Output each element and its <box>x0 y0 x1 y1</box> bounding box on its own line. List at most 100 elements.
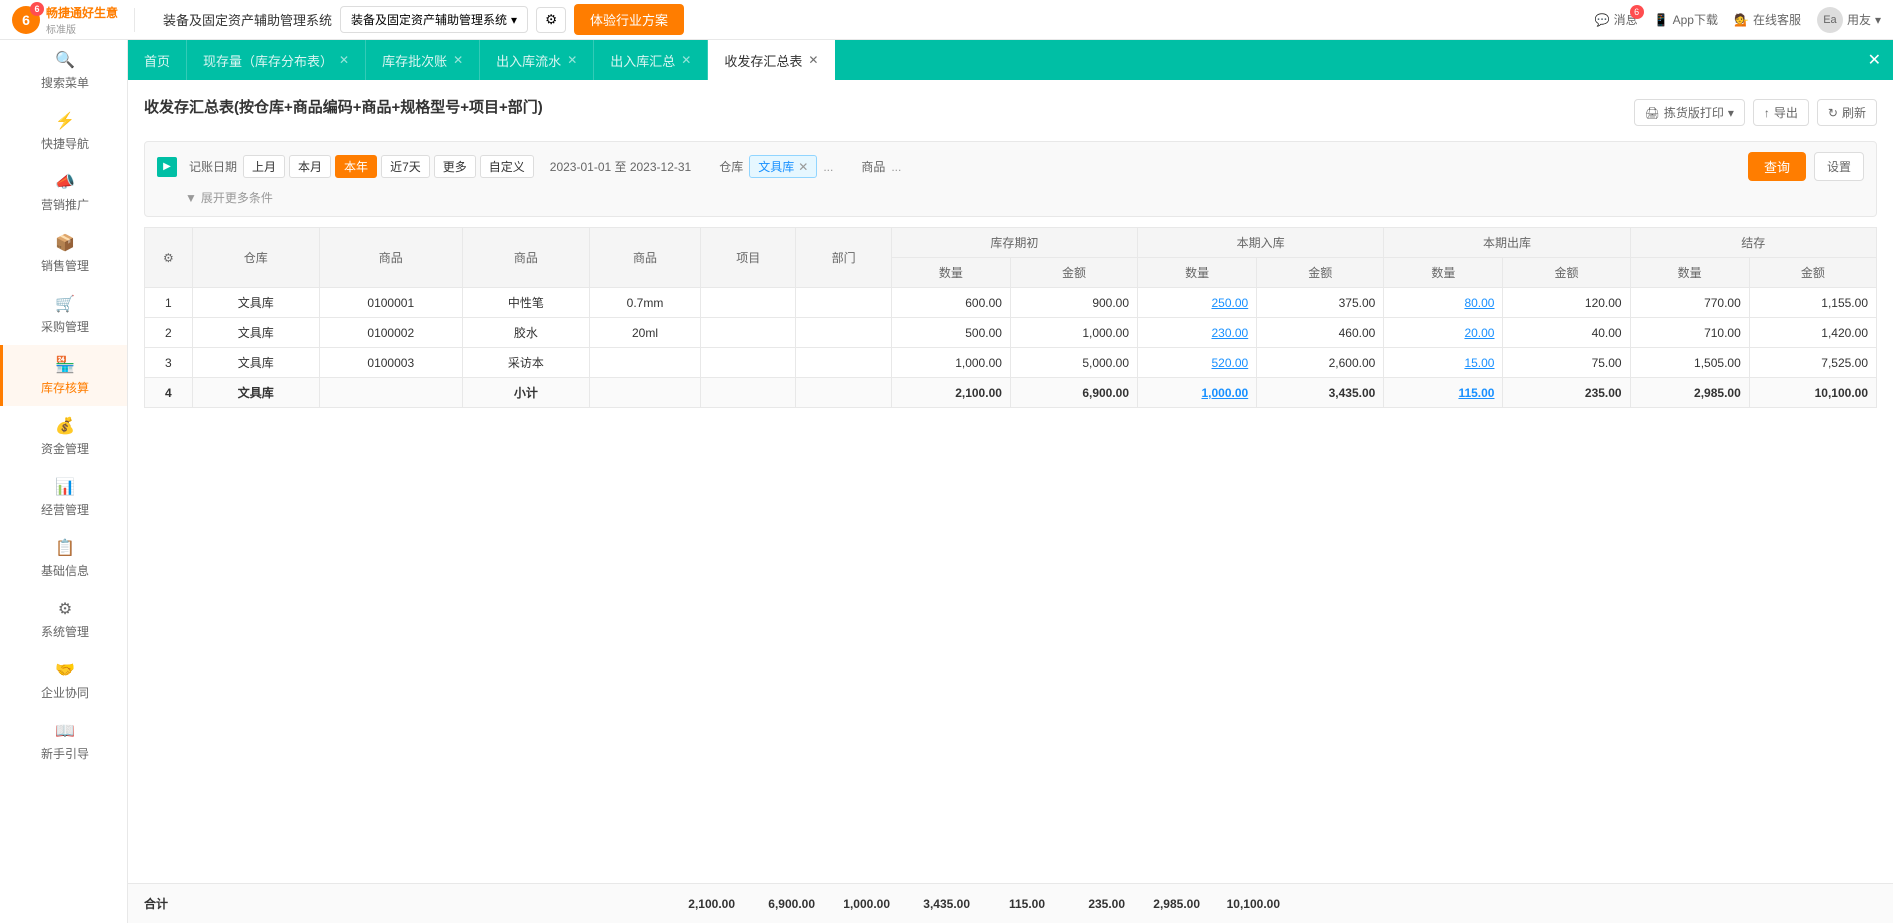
data-table: ⚙ 仓库 商品 商品 商品 项目 部门 库存期初 本期入库 本期出库 结存 <box>144 227 1877 408</box>
date-btn-自定义[interactable]: 自定义 <box>480 155 534 178</box>
sidebar-item-label: 搜索菜单 <box>41 74 89 91</box>
tab-close-1[interactable]: ✕ <box>339 53 349 67</box>
sidebar-item-system[interactable]: ⚙ 系统管理 <box>0 589 127 650</box>
query-button[interactable]: 查询 <box>1748 152 1806 181</box>
date-btn-更多[interactable]: 更多 <box>434 155 476 178</box>
cell-out-qty[interactable]: 15.00 <box>1384 348 1503 378</box>
guide-icon: 📖 <box>55 721 75 741</box>
sidebar-item-marketing[interactable]: 📣 营销推广 <box>0 162 127 223</box>
tab-close-2[interactable]: ✕ <box>453 53 463 67</box>
export-button[interactable]: ↑ 导出 <box>1753 99 1809 126</box>
cell-num: 4 <box>145 378 193 408</box>
sidebar-item-label: 新手引导 <box>41 745 89 762</box>
tab-1[interactable]: 现存量（库存分布表）✕ <box>187 40 366 80</box>
warehouse-tag[interactable]: 文具库 ✕ <box>749 155 817 178</box>
tab-4[interactable]: 出入库汇总 ✕ <box>594 40 708 80</box>
online-service-button[interactable]: 💁 在线客服 <box>1734 11 1801 28</box>
date-btn-本月[interactable]: 本月 <box>289 155 331 178</box>
cell-begin-amt: 1,000.00 <box>1010 318 1137 348</box>
table-row: 4 文具库 小计 2,100.00 6,900.00 1,000.00 3,43… <box>145 378 1877 408</box>
expand-icon: ▼ <box>185 191 197 205</box>
refresh-icon: ↻ <box>1828 106 1838 120</box>
footer-label: 合计 <box>144 895 168 912</box>
cell-bal-qty: 2,985.00 <box>1630 378 1749 408</box>
cell-project <box>701 318 796 348</box>
sidebar-item-inventory[interactable]: 🏪 库存核算 <box>0 345 127 406</box>
cell-warehouse: 文具库 <box>192 318 319 348</box>
filter-bar: ▶ 记账日期 上月本月本年近7天更多自定义 2023-01-01 至 2023-… <box>144 141 1877 217</box>
settings-button[interactable]: ⚙ <box>536 7 566 33</box>
cell-in-amt: 375.00 <box>1257 288 1384 318</box>
sidebar-item-purchase[interactable]: 🛒 采购管理 <box>0 284 127 345</box>
sidebar-item-base[interactable]: 📋 基础信息 <box>0 528 127 589</box>
cell-num: 1 <box>145 288 193 318</box>
table-settings-col[interactable]: ⚙ <box>145 228 193 288</box>
operation-icon: 📊 <box>55 477 75 497</box>
cell-out-qty[interactable]: 115.00 <box>1384 378 1503 408</box>
tab-label: 首页 <box>144 51 170 70</box>
cell-bal-amt: 1,420.00 <box>1749 318 1876 348</box>
cell-out-qty[interactable]: 80.00 <box>1384 288 1503 318</box>
try-industry-button[interactable]: 体验行业方案 <box>574 4 684 35</box>
tab-close-5[interactable]: ✕ <box>808 53 818 67</box>
tab-bar-close[interactable]: ✕ <box>1856 50 1893 70</box>
tab-close-4[interactable]: ✕ <box>681 53 691 67</box>
app-download-button[interactable]: 📱 App下载 <box>1654 11 1718 28</box>
purchase-icon: 🛒 <box>55 294 75 314</box>
user-avatar[interactable]: Ea 用友 ▾ <box>1817 7 1881 33</box>
cell-project <box>701 288 796 318</box>
tab-3[interactable]: 出入库流水✕ <box>480 40 594 80</box>
cell-in-qty[interactable]: 250.00 <box>1138 288 1257 318</box>
brand-name: 畅捷通好生意 <box>46 4 118 21</box>
base-icon: 📋 <box>55 538 75 558</box>
sidebar-item-label: 采购管理 <box>41 318 89 335</box>
cell-project <box>701 378 796 408</box>
cell-in-qty[interactable]: 230.00 <box>1138 318 1257 348</box>
sidebar-item-quick[interactable]: ⚡ 快捷导航 <box>0 101 127 162</box>
cell-begin-amt: 5,000.00 <box>1010 348 1137 378</box>
date-btn-近7天[interactable]: 近7天 <box>381 155 430 178</box>
inventory-icon: 🏪 <box>55 355 75 375</box>
date-label: 记账日期 <box>189 158 237 175</box>
col-header-period-in: 本期入库 <box>1138 228 1384 258</box>
footer-out-qty: 115.00 <box>978 897 1053 911</box>
expand-arrow[interactable]: ▶ <box>157 157 177 177</box>
cell-begin-amt: 900.00 <box>1010 288 1137 318</box>
print-button[interactable]: 🖨 拣货版打印 ▾ <box>1634 99 1745 126</box>
warehouse-tag-close[interactable]: ✕ <box>798 160 808 174</box>
refresh-button[interactable]: ↻ 刷新 <box>1817 99 1877 126</box>
expand-conditions-button[interactable]: ▼ 展开更多条件 <box>185 189 273 206</box>
tab-label: 出入库汇总 <box>610 51 675 70</box>
tab-close-3[interactable]: ✕ <box>567 53 577 67</box>
tab-5[interactable]: 收发存汇总表✕ <box>708 40 835 80</box>
goods-more[interactable]: ... <box>891 160 901 174</box>
tab-0[interactable]: 首页 <box>128 40 187 80</box>
system-selector[interactable]: 装备及固定资产辅助管理系统 ▾ <box>340 6 528 33</box>
cell-goods-code: 0100001 <box>319 288 462 318</box>
warehouse-more[interactable]: ... <box>823 160 833 174</box>
sidebar-item-guide[interactable]: 📖 新手引导 <box>0 711 127 772</box>
tab-2[interactable]: 库存批次账✕ <box>366 40 480 80</box>
date-btn-本年[interactable]: 本年 <box>335 155 377 178</box>
cell-bal-amt: 1,155.00 <box>1749 288 1876 318</box>
message-button[interactable]: 💬 消息 6 <box>1595 11 1638 28</box>
col-header-bal-qty: 数量 <box>1630 258 1749 288</box>
cell-out-qty[interactable]: 20.00 <box>1384 318 1503 348</box>
cell-dept <box>796 318 891 348</box>
sidebar-item-search[interactable]: 🔍 搜索菜单 <box>0 40 127 101</box>
footer-begin-amt: 6,900.00 <box>743 897 823 911</box>
col-header-period-out: 本期出库 <box>1384 228 1630 258</box>
page-title: 收发存汇总表(按仓库+商品编码+商品+规格型号+项目+部门) <box>144 96 543 117</box>
filter-settings-button[interactable]: 设置 <box>1814 152 1864 181</box>
sidebar-item-finance[interactable]: 💰 资金管理 <box>0 406 127 467</box>
footer-out-amt: 235.00 <box>1053 897 1133 911</box>
sidebar-item-operation[interactable]: 📊 经营管理 <box>0 467 127 528</box>
cell-in-qty[interactable]: 520.00 <box>1138 348 1257 378</box>
cell-in-qty[interactable]: 1,000.00 <box>1138 378 1257 408</box>
goods-label: 商品 <box>861 158 885 175</box>
date-btn-上月[interactable]: 上月 <box>243 155 285 178</box>
sidebar-item-sales[interactable]: 📦 销售管理 <box>0 223 127 284</box>
sidebar-item-corp[interactable]: 🤝 企业协同 <box>0 650 127 711</box>
marketing-icon: 📣 <box>55 172 75 192</box>
search-icon: 🔍 <box>55 50 75 70</box>
